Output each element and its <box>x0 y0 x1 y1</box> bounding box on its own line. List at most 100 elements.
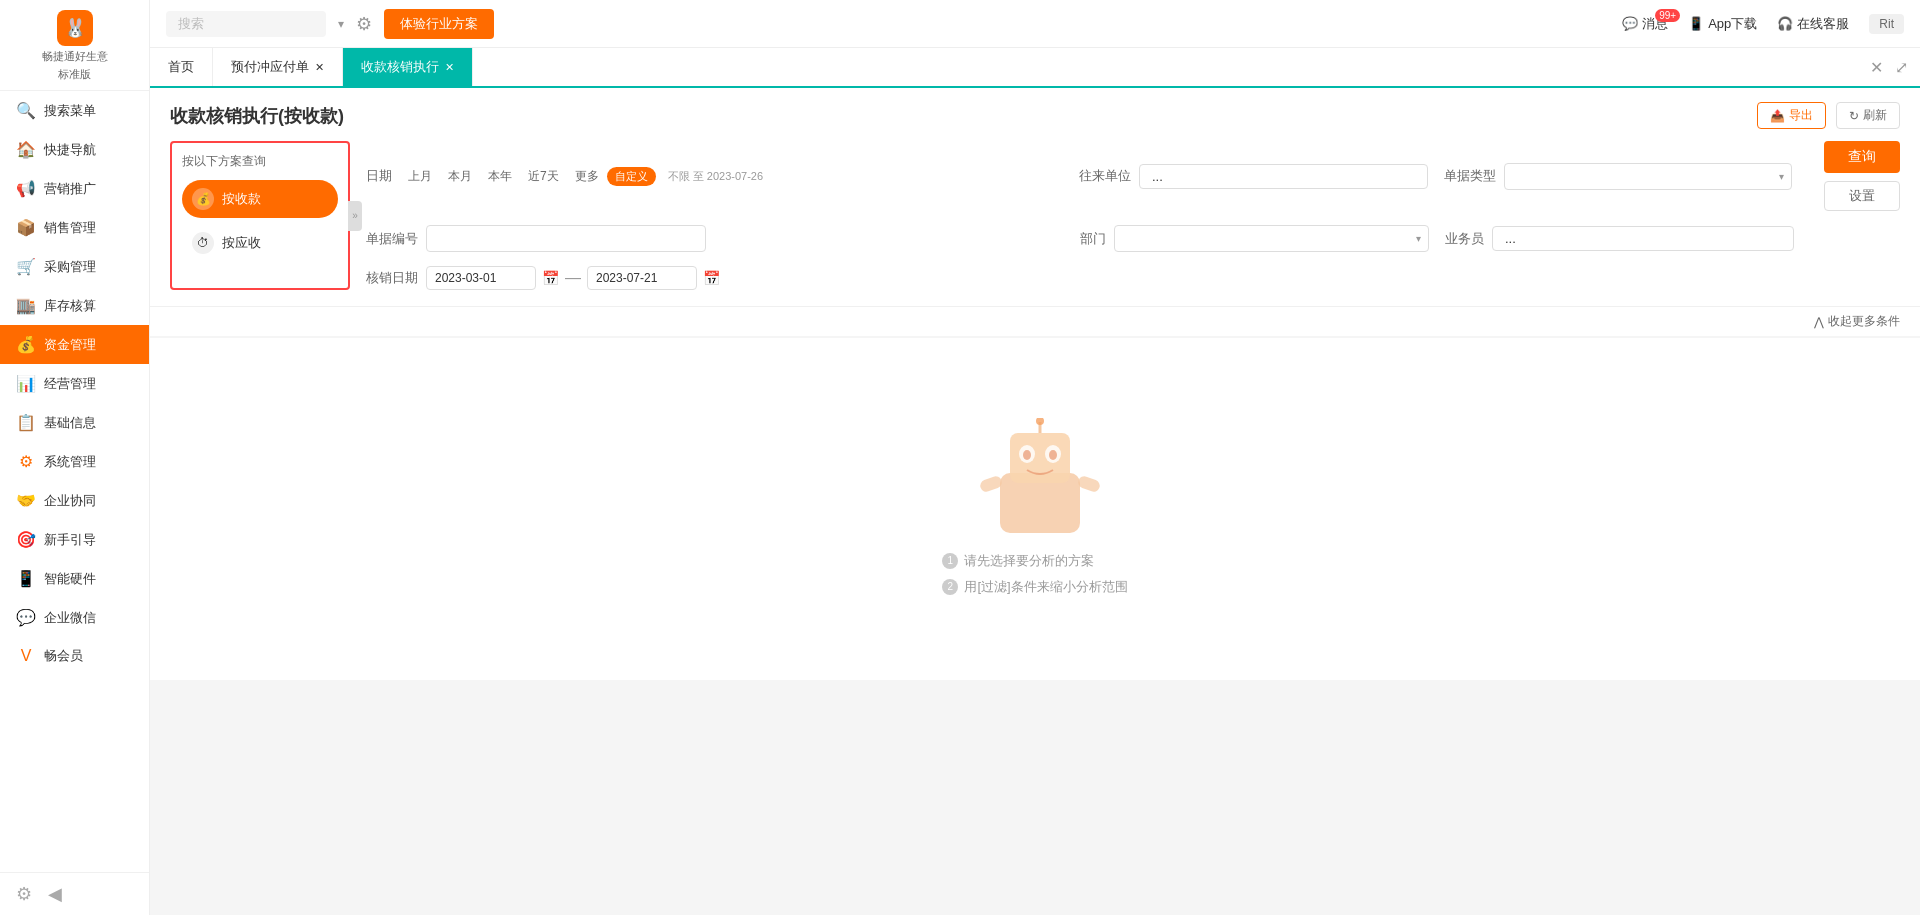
query-button[interactable]: 查询 <box>1824 141 1900 173</box>
date-btn-this-year[interactable]: 本年 <box>480 165 520 188</box>
service-button[interactable]: 🎧 在线客服 <box>1777 15 1849 33</box>
verify-date-end-calendar-icon[interactable]: 📅 <box>703 270 720 286</box>
receipt-icon: 💰 <box>192 188 214 210</box>
topbar-search-display: 搜索 <box>166 11 326 37</box>
verify-date-start-calendar-icon[interactable]: 📅 <box>542 270 559 286</box>
dept-label: 部门 <box>1080 230 1106 248</box>
collapse-chevron-icon: ⋀ <box>1814 315 1824 329</box>
enterprise-icon: 🤝 <box>16 491 36 510</box>
tab-home[interactable]: 首页 <box>150 48 213 86</box>
sidebar-item-guide[interactable]: 🎯新手引导 <box>0 520 149 559</box>
tab-prepay-close[interactable]: ✕ <box>315 61 324 74</box>
filter-panel-title: 按以下方案查询 <box>182 153 338 170</box>
date-label: 日期 <box>366 167 392 185</box>
staff-select-button[interactable]: ... <box>1492 226 1794 251</box>
tabbar: 首页 预付冲应付单 ✕ 收款核销执行 ✕ ✕ ⤢ <box>150 48 1920 88</box>
date-btn-this-month[interactable]: 本月 <box>440 165 480 188</box>
sidebar-item-finance[interactable]: 💰资金管理 <box>0 325 149 364</box>
tab-close-window-icon[interactable]: ✕ <box>1870 58 1883 77</box>
partner-label: 往来单位 <box>1079 167 1131 185</box>
date-custom-badge[interactable]: 自定义 <box>607 167 656 186</box>
sidebar-item-enterprise[interactable]: 🤝企业协同 <box>0 481 149 520</box>
app-download-button[interactable]: 📱 App下载 <box>1688 15 1757 33</box>
sidebar-item-label-system: 系统管理 <box>44 453 96 471</box>
filter-collapse-button[interactable]: » <box>348 201 362 231</box>
tab-prepay[interactable]: 预付冲应付单 ✕ <box>213 48 343 86</box>
sidebar-item-sales[interactable]: 📦销售管理 <box>0 208 149 247</box>
settings-icon[interactable]: ⚙ <box>16 883 32 905</box>
page-header: 收款核销执行(按收款) 📤 导出 ↻ 刷新 <box>150 88 1920 129</box>
date-btn-last-month[interactable]: 上月 <box>400 165 440 188</box>
sidebar-item-label-finance: 资金管理 <box>44 336 96 354</box>
svg-point-9 <box>1036 418 1044 425</box>
sidebar-item-inventory[interactable]: 🏬库存核算 <box>0 286 149 325</box>
svg-point-5 <box>1049 450 1057 460</box>
operation-icon: 📊 <box>16 374 36 393</box>
message-button[interactable]: 💬 消息 99+ <box>1622 15 1668 33</box>
search-icon: 🔍 <box>16 101 36 120</box>
tab-receivable-close[interactable]: ✕ <box>445 61 454 74</box>
sidebar-bottom: ⚙ ◀ <box>0 872 149 915</box>
user-avatar[interactable]: Rit <box>1869 14 1904 34</box>
tabbar-controls: ✕ ⤢ <box>1870 58 1920 77</box>
sidebar-item-base[interactable]: 📋基础信息 <box>0 403 149 442</box>
tab-receivable[interactable]: 收款核销执行 ✕ <box>343 48 473 86</box>
main-area: 搜索 ▾ ⚙ 体验行业方案 💬 消息 99+ 📱 App下载 🎧 在线客服 Ri… <box>150 0 1920 915</box>
doc-no-label: 单据编号 <box>366 230 418 248</box>
sidebar-item-label-purchase: 采购管理 <box>44 258 96 276</box>
doc-type-select[interactable] <box>1504 163 1793 190</box>
refresh-button[interactable]: ↻ 刷新 <box>1836 102 1900 129</box>
page-header-actions: 📤 导出 ↻ 刷新 <box>1757 102 1900 129</box>
filter-option-receivable-label: 按应收 <box>222 234 261 252</box>
refresh-label: 刷新 <box>1863 107 1887 124</box>
dept-select[interactable] <box>1114 225 1429 252</box>
verify-date-end-input[interactable] <box>587 266 697 290</box>
empty-robot-illustration <box>975 418 1095 528</box>
sidebar-item-label-quick-nav: 快捷导航 <box>44 141 96 159</box>
sidebar-item-search[interactable]: 🔍搜索菜单 <box>0 91 149 130</box>
form-group-staff: 业务员 ... <box>1445 226 1794 251</box>
date-btn-more[interactable]: 更多 <box>567 165 607 188</box>
filter-option-receivable[interactable]: ⏱ 按应收 <box>182 224 338 262</box>
marketing-icon: 📢 <box>16 179 36 198</box>
verify-date-range: 📅 — 📅 <box>426 266 720 290</box>
sidebar-nav: 🔍搜索菜单🏠快捷导航📢营销推广📦销售管理🛒采购管理🏬库存核算💰资金管理📊经营管理… <box>0 91 149 872</box>
sidebar-item-quick-nav[interactable]: 🏠快捷导航 <box>0 130 149 169</box>
doc-no-input[interactable] <box>426 225 706 252</box>
tab-home-label: 首页 <box>168 58 194 76</box>
form-group-doc-no: 单据编号 <box>366 225 1064 252</box>
tip-2-text: 用[过滤]条件来缩小分析范围 <box>964 574 1127 600</box>
date-no-limit: 不限 至 2023-07-26 <box>668 169 763 184</box>
collapse-more-button[interactable]: ⋀ 收起更多条件 <box>1814 313 1900 330</box>
app-label: App下载 <box>1708 15 1757 33</box>
logo-name: 畅捷通好生意 <box>42 49 108 64</box>
topbar: 搜索 ▾ ⚙ 体验行业方案 💬 消息 99+ 📱 App下载 🎧 在线客服 Ri… <box>150 0 1920 48</box>
form-group-partner: 往来单位 ... <box>1079 164 1428 189</box>
app-icon: 📱 <box>1688 16 1704 31</box>
export-button[interactable]: 📤 导出 <box>1757 102 1826 129</box>
setting-button[interactable]: 设置 <box>1824 181 1900 211</box>
topbar-arrow-icon[interactable]: ▾ <box>338 17 344 31</box>
sidebar-item-vip[interactable]: V畅会员 <box>0 637 149 675</box>
svg-rect-1 <box>1010 433 1070 483</box>
tab-expand-icon[interactable]: ⤢ <box>1895 58 1908 77</box>
sidebar-item-marketing[interactable]: 📢营销推广 <box>0 169 149 208</box>
filter-panel: 按以下方案查询 💰 按收款 ⏱ 按应收 » <box>170 141 350 290</box>
sidebar-item-wechat[interactable]: 💬企业微信 <box>0 598 149 637</box>
sidebar-item-system[interactable]: ⚙系统管理 <box>0 442 149 481</box>
solution-button[interactable]: 体验行业方案 <box>384 9 494 39</box>
partner-select-button[interactable]: ... <box>1139 164 1428 189</box>
filter-option-receipt[interactable]: 💰 按收款 <box>182 180 338 218</box>
empty-tips: 1 请先选择要分析的方案 2 用[过滤]条件来缩小分析范围 <box>942 548 1127 600</box>
empty-tip-1: 1 请先选择要分析的方案 <box>942 548 1127 574</box>
date-btn-7days[interactable]: 近7天 <box>520 165 567 188</box>
date-shortcuts: 上月 本月 本年 近7天 更多 自定义 <box>400 165 656 188</box>
logo-sub: 标准版 <box>58 67 91 82</box>
sidebar-item-hardware[interactable]: 📱智能硬件 <box>0 559 149 598</box>
collapse-sidebar-icon[interactable]: ◀ <box>48 883 62 905</box>
verify-date-start-input[interactable] <box>426 266 536 290</box>
sidebar-item-purchase[interactable]: 🛒采购管理 <box>0 247 149 286</box>
sidebar-item-operation[interactable]: 📊经营管理 <box>0 364 149 403</box>
tab-receivable-label: 收款核销执行 <box>361 58 439 76</box>
topbar-gear-icon[interactable]: ⚙ <box>356 13 372 35</box>
